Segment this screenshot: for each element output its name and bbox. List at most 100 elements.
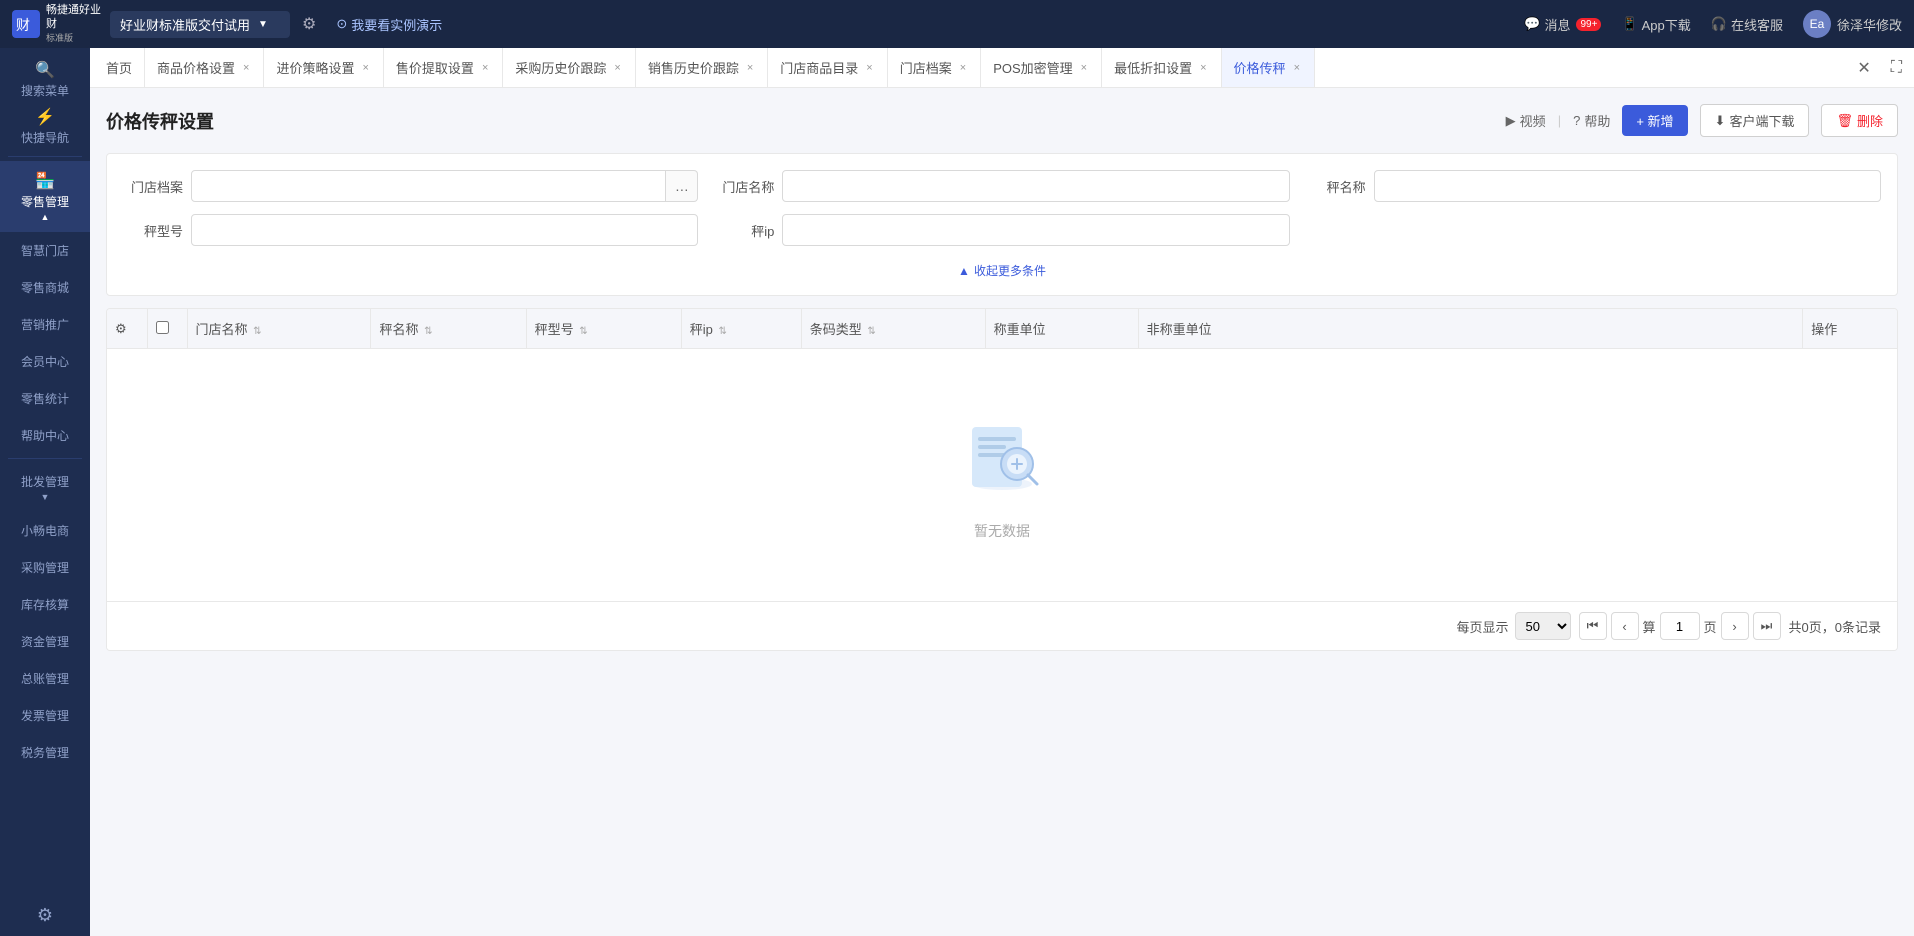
next-page-btn[interactable]: ›: [1721, 612, 1749, 640]
online-service-label: 在线客服: [1731, 15, 1783, 34]
tab-min-discount[interactable]: 最低折扣设置 ×: [1102, 48, 1221, 88]
sidebar-quick-nav-label: 快捷导航: [21, 129, 69, 146]
download-btn[interactable]: ⬇ 客户端下载: [1700, 104, 1810, 137]
sidebar-item-marketing[interactable]: 营销推广: [0, 306, 90, 343]
tab-price-setting-close[interactable]: ×: [241, 61, 251, 75]
video-label: 视频: [1520, 111, 1546, 130]
tab-min-discount-close[interactable]: ×: [1198, 61, 1208, 75]
workspace-name: 好业财标准版交付试用: [120, 15, 250, 34]
tab-close-all-btn[interactable]: ✕: [1849, 54, 1878, 82]
user-info[interactable]: Ea 徐泽华修改: [1803, 10, 1902, 38]
filter-store-profile: 门店档案 …: [123, 170, 698, 202]
sidebar-item-member[interactable]: 会员中心: [0, 343, 90, 380]
tab-purchase-strategy-close[interactable]: ×: [360, 61, 370, 75]
tab-price-scale-label: 价格传秤: [1234, 58, 1286, 77]
tab-store-catalog-close[interactable]: ×: [864, 61, 874, 75]
th-scale-ip-label: 秤ip: [690, 322, 713, 337]
sidebar-item-invoice[interactable]: 发票管理: [0, 697, 90, 734]
page-word-label: 算: [1643, 617, 1656, 636]
sidebar-settings-btn[interactable]: ⚙: [0, 895, 90, 936]
video-link[interactable]: ▶ 视频: [1506, 111, 1546, 130]
workspace-selector[interactable]: 好业财标准版交付试用 ▼: [110, 11, 290, 38]
store-profile-input[interactable]: [191, 170, 666, 202]
workspace-settings-icon[interactable]: ⚙: [298, 10, 320, 38]
scale-ip-input[interactable]: [782, 214, 1289, 246]
help-link[interactable]: ? 帮助: [1573, 111, 1610, 130]
sidebar-item-retail-mall[interactable]: 零售商城: [0, 269, 90, 306]
tab-purchase-history-close[interactable]: ×: [612, 61, 622, 75]
tab-price-setting[interactable]: 商品价格设置 ×: [145, 48, 264, 88]
th-operation-label: 操作: [1811, 322, 1837, 337]
avatar-initials: Ea: [1810, 17, 1825, 31]
filter-row-2: 秤型号 秤ip: [123, 214, 1881, 246]
messages-btn[interactable]: 💬 消息 99+: [1524, 15, 1601, 34]
tab-sale-extract-close[interactable]: ×: [480, 61, 490, 75]
sidebar-search[interactable]: 🔍 搜索菜单: [0, 52, 90, 103]
tab-purchase-history[interactable]: 采购历史价跟踪 ×: [503, 48, 635, 88]
demo-link-text: 我要看实例演示: [351, 15, 442, 34]
sidebar-item-wholesale[interactable]: 批发管理 ▼: [0, 463, 90, 512]
th-settings[interactable]: ⚙: [107, 309, 147, 349]
th-scale-model[interactable]: 秤型号 ⇅: [526, 309, 681, 349]
th-scale-name[interactable]: 秤名称 ⇅: [371, 309, 526, 349]
sidebar-item-retail-stats[interactable]: 零售统计: [0, 380, 90, 417]
tab-pos-management[interactable]: POS加密管理 ×: [981, 48, 1102, 88]
tab-pos-management-close[interactable]: ×: [1079, 61, 1089, 75]
tab-expand-btn[interactable]: ⛶: [1883, 55, 1910, 81]
first-page-btn[interactable]: ⏮: [1579, 612, 1607, 640]
tab-store-catalog[interactable]: 门店商品目录 ×: [768, 48, 887, 88]
sidebar-item-smart-store[interactable]: 智慧门店: [0, 232, 90, 269]
delete-btn[interactable]: 🗑 删除: [1821, 104, 1898, 137]
tab-sale-extract[interactable]: 售价提取设置 ×: [384, 48, 503, 88]
tab-sale-history[interactable]: 销售历史价跟踪 ×: [636, 48, 768, 88]
delete-btn-label: 删除: [1857, 111, 1883, 130]
sidebar-item-small-ecom[interactable]: 小畅电商: [0, 512, 90, 549]
store-profile-browse-btn[interactable]: …: [666, 170, 698, 202]
online-service-btn[interactable]: 🎧 在线客服: [1711, 15, 1783, 34]
sort-scale-model-icon: ⇅: [579, 326, 587, 337]
sidebar-item-tax[interactable]: 税务管理: [0, 734, 90, 771]
th-scale-ip[interactable]: 秤ip ⇅: [681, 309, 801, 349]
select-all-checkbox[interactable]: [156, 321, 169, 334]
tab-price-scale[interactable]: 价格传秤 ×: [1222, 48, 1315, 88]
scale-model-input[interactable]: [191, 214, 698, 246]
sidebar-item-member-label: 会员中心: [21, 353, 69, 370]
tab-purchase-strategy[interactable]: 进价策略设置 ×: [264, 48, 383, 88]
tab-store-profile[interactable]: 门店档案 ×: [888, 48, 981, 88]
page-input-wrap: 算 页: [1643, 612, 1717, 640]
sidebar-item-invoice-label: 发票管理: [21, 707, 69, 724]
app-download-btn[interactable]: 📱 App下载: [1621, 15, 1690, 34]
sidebar-item-help-label: 帮助中心: [21, 427, 69, 444]
messages-badge: 99+: [1576, 18, 1601, 31]
sort-store-name-icon: ⇅: [253, 326, 261, 337]
retail-icon: 🏪: [35, 171, 55, 191]
sidebar-item-inventory[interactable]: 库存核算: [0, 586, 90, 623]
sidebar-quick-nav[interactable]: ⚡ 快捷导航: [0, 103, 90, 150]
demo-link[interactable]: ⊙ 我要看实例演示: [336, 15, 442, 34]
sidebar-item-retail[interactable]: 🏪 零售管理 ▲: [0, 161, 90, 232]
prev-page-btn[interactable]: ‹: [1611, 612, 1639, 640]
tab-sale-history-close[interactable]: ×: [745, 61, 755, 75]
add-btn[interactable]: + 新增: [1622, 105, 1687, 136]
tab-pos-management-label: POS加密管理: [993, 58, 1072, 77]
th-check[interactable]: [147, 309, 187, 349]
sidebar-item-general-ledger[interactable]: 总账管理: [0, 660, 90, 697]
sidebar-item-purchase[interactable]: 采购管理: [0, 549, 90, 586]
scale-name-input[interactable]: [1374, 170, 1881, 202]
tab-home[interactable]: 首页: [94, 48, 145, 88]
collapse-btn[interactable]: ▲ 收起更多条件: [123, 258, 1881, 283]
store-name-input[interactable]: [782, 170, 1289, 202]
sidebar-item-help[interactable]: 帮助中心: [0, 417, 90, 454]
tab-store-profile-close[interactable]: ×: [958, 61, 968, 75]
app-download-label: App下载: [1642, 15, 1691, 34]
tab-price-scale-close[interactable]: ×: [1292, 61, 1302, 75]
th-barcode-type[interactable]: 条码类型 ⇅: [801, 309, 985, 349]
workspace-chevron-icon: ▼: [258, 19, 268, 30]
per-page-dropdown[interactable]: 10 20 50 100: [1515, 612, 1571, 640]
last-page-btn[interactable]: ⏭: [1753, 612, 1781, 640]
th-store-name[interactable]: 门店名称 ⇅: [187, 309, 371, 349]
data-table-wrap: ⚙ 门店名称 ⇅ 秤名称 ⇅: [106, 308, 1898, 651]
delete-icon: 🗑: [1836, 113, 1853, 129]
sidebar-item-finance[interactable]: 资金管理: [0, 623, 90, 660]
page-number-input[interactable]: [1660, 612, 1700, 640]
